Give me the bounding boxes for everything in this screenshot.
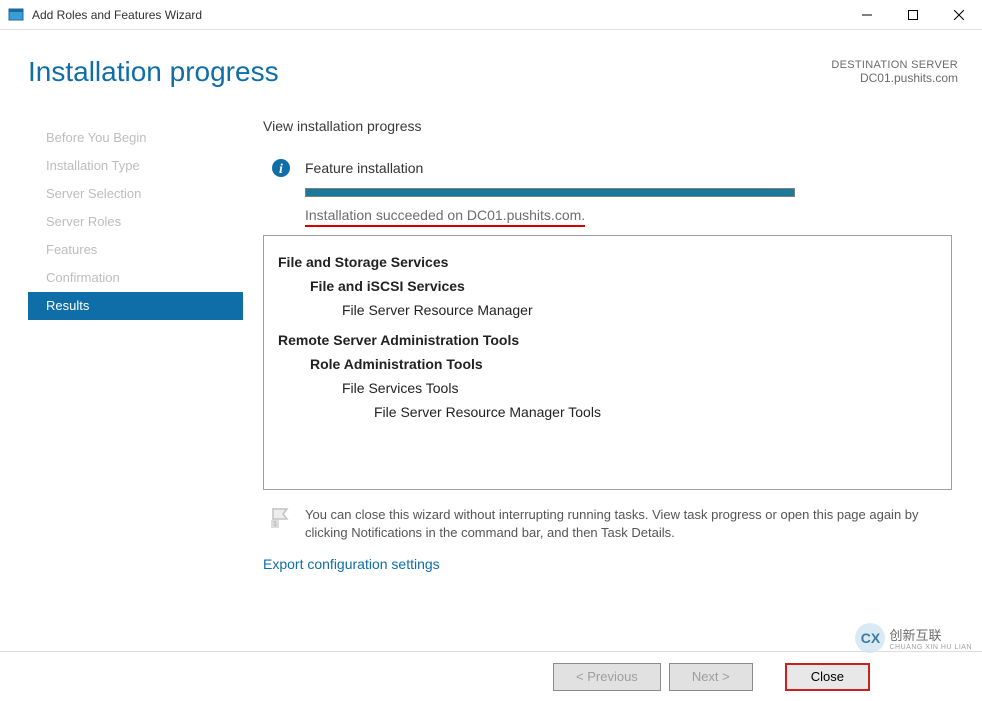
- minimize-button[interactable]: [844, 0, 890, 30]
- close-window-button[interactable]: [936, 0, 982, 30]
- page-title: Installation progress: [28, 56, 831, 88]
- feature-label: Feature installation: [305, 160, 423, 176]
- section-label: View installation progress: [263, 118, 952, 134]
- tree-item: File and iSCSI Services: [278, 274, 937, 298]
- results-box: File and Storage Services File and iSCSI…: [263, 235, 952, 490]
- tree-item: Role Administration Tools: [278, 352, 937, 376]
- svg-text:1: 1: [273, 521, 277, 528]
- flag-icon: 1: [269, 506, 293, 530]
- wizard-button-row: < Previous Next > Close: [0, 651, 982, 701]
- feature-row: i Feature installation: [263, 158, 952, 178]
- watermark-sub: CHUANG XIN HU LIAN: [889, 644, 972, 651]
- nav-installation-type: Installation Type: [28, 152, 243, 180]
- nav-server-roles: Server Roles: [28, 208, 243, 236]
- tree-item: File and Storage Services: [278, 250, 937, 274]
- destination-server: DC01.pushits.com: [831, 71, 958, 85]
- nav-before-you-begin: Before You Begin: [28, 124, 243, 152]
- next-button: Next >: [669, 663, 753, 691]
- svg-text:i: i: [279, 162, 283, 177]
- page-header: Installation progress DESTINATION SERVER…: [0, 30, 982, 98]
- window-title: Add Roles and Features Wizard: [32, 8, 844, 22]
- progress-bar: [305, 188, 795, 197]
- tree-item: File Server Resource Manager: [278, 298, 937, 322]
- info-icon: i: [271, 158, 291, 178]
- progress-wrap: [305, 188, 952, 197]
- tree-item: File Services Tools: [278, 376, 937, 400]
- wizard-nav: Before You Begin Installation Type Serve…: [28, 98, 243, 572]
- watermark: CX 创新互联 CHUANG XIN HU LIAN: [855, 623, 972, 653]
- wizard-main: View installation progress i Feature ins…: [243, 98, 982, 572]
- footnote-row: 1 You can close this wizard without inte…: [263, 506, 952, 542]
- export-link[interactable]: Export configuration settings: [263, 556, 440, 572]
- nav-confirmation: Confirmation: [28, 264, 243, 292]
- status-wrap: Installation succeeded on DC01.pushits.c…: [305, 207, 952, 223]
- tree-item: File Server Resource Manager Tools: [278, 400, 937, 424]
- nav-server-selection: Server Selection: [28, 180, 243, 208]
- window-titlebar: Add Roles and Features Wizard: [0, 0, 982, 30]
- watermark-brand: 创新互联: [889, 625, 972, 644]
- previous-button: < Previous: [553, 663, 661, 691]
- status-text: Installation succeeded on DC01.pushits.c…: [305, 207, 585, 227]
- destination-block: DESTINATION SERVER DC01.pushits.com: [831, 59, 958, 85]
- nav-features: Features: [28, 236, 243, 264]
- watermark-logo: CX: [855, 623, 885, 653]
- footnote-text: You can close this wizard without interr…: [305, 506, 952, 542]
- nav-results[interactable]: Results: [28, 292, 243, 320]
- app-icon: [8, 7, 24, 23]
- tree-item: Remote Server Administration Tools: [278, 328, 937, 352]
- window-controls: [844, 0, 982, 29]
- destination-label: DESTINATION SERVER: [831, 59, 958, 71]
- close-button[interactable]: Close: [785, 663, 870, 691]
- maximize-button[interactable]: [890, 0, 936, 30]
